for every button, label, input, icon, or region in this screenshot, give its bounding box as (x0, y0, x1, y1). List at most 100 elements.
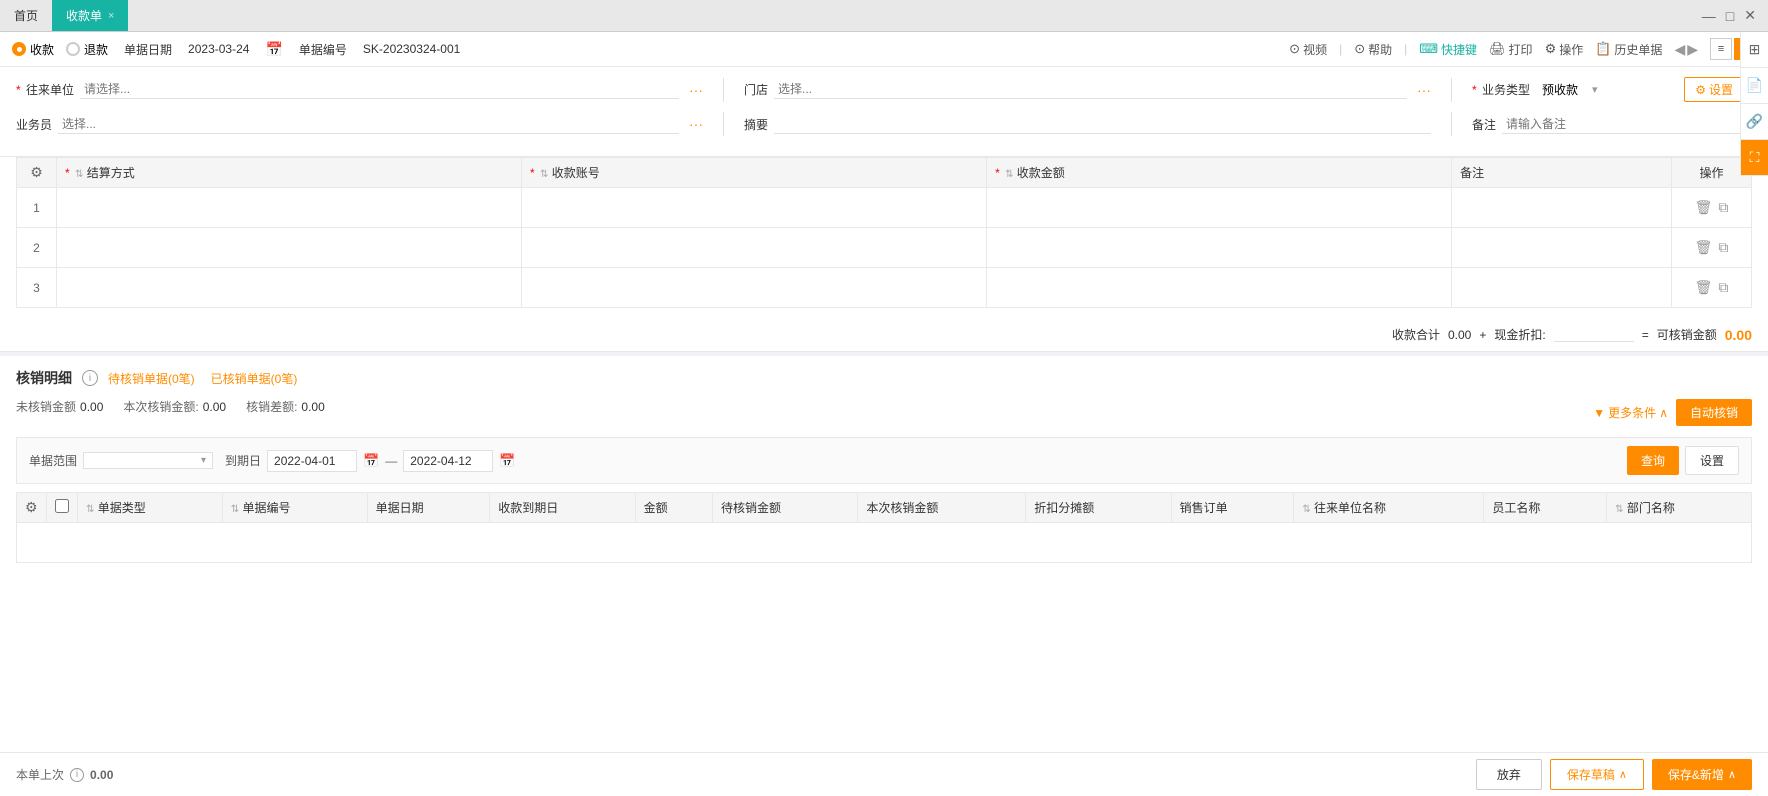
table-settings-icon[interactable]: ⚙ (30, 164, 43, 180)
summary-input[interactable] (774, 115, 1431, 134)
bottom-table-gear[interactable]: ⚙ (25, 499, 38, 515)
help-btn[interactable]: ⊙ 帮助 (1354, 41, 1392, 58)
save-new-btn[interactable]: 保存&新增 ∧ (1652, 759, 1752, 790)
th-pending: 待核销金额 (713, 493, 858, 523)
date-to-input[interactable] (403, 450, 493, 472)
info-icon-footer[interactable]: i (70, 768, 84, 782)
shortcut-btn[interactable]: ⌨ 快捷键 (1419, 41, 1477, 58)
unchecked-stat: 未核销金额 0.00 (16, 398, 103, 415)
store-input[interactable] (774, 80, 1407, 99)
bottom-table-empty-row (17, 523, 1752, 563)
th-counterpart-name: ⇅ 往来单位名称 (1294, 493, 1484, 523)
counterpart-field: * 往来单位 ··· (16, 80, 703, 99)
tab-bar: 首页 收款单 × — □ ✕ (0, 0, 1768, 32)
bottom-table-wrapper: ⚙ ⇅ 单据类型 ⇅ 单据编号 单据日期 收款到期日 金额 (16, 492, 1752, 563)
verify-tab-pending[interactable]: 待核销单据(0笔) (108, 370, 195, 387)
range-select[interactable]: ▾ (83, 452, 213, 469)
filter-icon: ▼ (1593, 406, 1605, 420)
radio-refund-dot (66, 42, 80, 56)
settings-btn[interactable]: ⚙ 设置 (1684, 77, 1744, 102)
available-value: 0.00 (1725, 327, 1752, 343)
th-discount: 折扣分摊额 (1026, 493, 1171, 523)
form-row-1: * 往来单位 ··· 门店 ··· * 业务类型 预收款 ▾ (16, 77, 1752, 102)
cal-from-icon[interactable]: 📅 (363, 453, 379, 469)
sidebar-link-icon[interactable]: 🔗 (1741, 104, 1768, 140)
sales-staff-input[interactable] (58, 115, 679, 134)
tab-receipt-label: 收款单 (66, 7, 102, 24)
radio-receipt-label: 收款 (30, 41, 54, 58)
window-maximize[interactable]: □ (1726, 8, 1734, 24)
discount-input[interactable] (1554, 327, 1634, 342)
row-actions-2: 🗑 ⧉ (1680, 239, 1743, 256)
footer: 本单上次 i 0.00 放弃 保存草稿 ∧ 保存&新增 ∧ (0, 752, 1768, 796)
counterpart-input[interactable] (80, 80, 679, 99)
th-dept: ⇅ 部门名称 (1607, 493, 1752, 523)
discard-btn[interactable]: 放弃 (1476, 759, 1542, 790)
nav-prev[interactable]: ◀ (1674, 41, 1685, 58)
range-label: 单据范围 (29, 452, 77, 469)
sep2: | (1404, 42, 1407, 56)
calendar-icon[interactable]: 📅 (265, 41, 282, 58)
cell-settlement-3[interactable] (57, 268, 522, 308)
radio-refund-label: 退款 (84, 41, 108, 58)
tab-home[interactable]: 首页 (0, 0, 52, 31)
divider1 (723, 78, 724, 102)
history-label: 历史单据 (1614, 41, 1662, 58)
radio-refund[interactable]: 退款 (66, 41, 108, 58)
cell-remark-1[interactable] (1452, 188, 1672, 228)
select-all-checkbox[interactable] (55, 499, 69, 513)
business-type-dropdown[interactable]: ▾ (1592, 83, 1598, 96)
verify-info-icon[interactable]: i (82, 370, 98, 386)
store-more-btn[interactable]: ··· (1417, 82, 1431, 98)
view-list[interactable]: ≡ (1710, 38, 1732, 60)
query-btn[interactable]: 查询 (1627, 446, 1679, 475)
date-from-input[interactable] (267, 450, 357, 472)
verify-filters-right: ▼ 更多条件 ∧ 自动核销 (1593, 399, 1752, 426)
delete-row-3-icon[interactable]: 🗑 (1695, 279, 1713, 296)
cal-to-icon[interactable]: 📅 (499, 453, 515, 469)
sidebar-doc-icon[interactable]: 📄 (1741, 68, 1768, 104)
copy-row-3-icon[interactable]: ⧉ (1718, 279, 1728, 296)
operation-btn[interactable]: ⚙ 操作 (1545, 41, 1584, 58)
window-close[interactable]: ✕ (1744, 7, 1756, 24)
print-btn[interactable]: 🖨 打印 (1489, 41, 1533, 58)
video-btn[interactable]: ⊙ 视频 (1289, 41, 1327, 58)
remarks-input[interactable] (1502, 115, 1752, 134)
radio-receipt[interactable]: 收款 (12, 41, 54, 58)
cell-settlement-2[interactable] (57, 228, 522, 268)
cell-amount-2[interactable] (987, 228, 1452, 268)
cell-account-1[interactable] (522, 188, 987, 228)
filter-more-btn[interactable]: ▼ 更多条件 ∧ (1593, 404, 1668, 421)
unchecked-value: 0.00 (80, 400, 103, 414)
sales-staff-field: 业务员 ··· (16, 115, 703, 134)
tab-receipt-close[interactable]: × (108, 10, 114, 22)
history-btn[interactable]: 📋 历史单据 (1595, 41, 1662, 58)
nav-next[interactable]: ▶ (1687, 41, 1698, 58)
tab-receipt[interactable]: 收款单 × (52, 0, 128, 31)
window-minimize[interactable]: — (1702, 8, 1716, 24)
sidebar-expand-icon[interactable]: ⛶ (1741, 140, 1768, 176)
cell-account-3[interactable] (522, 268, 987, 308)
cell-remark-2[interactable] (1452, 228, 1672, 268)
copy-row-1-icon[interactable]: ⧉ (1718, 199, 1728, 216)
cell-settlement-1[interactable] (57, 188, 522, 228)
verify-tab-completed[interactable]: 已核销单据(0笔) (211, 370, 298, 387)
sidebar-table-icon[interactable]: ⊞ (1741, 32, 1768, 68)
cell-amount-1[interactable] (987, 188, 1452, 228)
save-draft-btn[interactable]: 保存草稿 ∧ (1550, 759, 1644, 790)
delete-row-2-icon[interactable]: 🗑 (1695, 239, 1713, 256)
number-value: SK-20230324-001 (363, 42, 460, 56)
verify-settings-btn[interactable]: 设置 (1685, 446, 1739, 475)
th-settlement-method: * ⇅ 结算方式 (57, 158, 522, 188)
date-field: 到期日 📅 — 📅 (225, 450, 515, 472)
cell-amount-3[interactable] (987, 268, 1452, 308)
th-checkbox (47, 493, 78, 523)
sales-staff-more-btn[interactable]: ··· (689, 116, 703, 132)
counterpart-more-btn[interactable]: ··· (689, 82, 703, 98)
table-row: 2 🗑 ⧉ (17, 228, 1752, 268)
cell-remark-3[interactable] (1452, 268, 1672, 308)
cell-account-2[interactable] (522, 228, 987, 268)
auto-verify-btn[interactable]: 自动核销 (1676, 399, 1752, 426)
copy-row-2-icon[interactable]: ⧉ (1718, 239, 1728, 256)
delete-row-1-icon[interactable]: 🗑 (1695, 199, 1713, 216)
